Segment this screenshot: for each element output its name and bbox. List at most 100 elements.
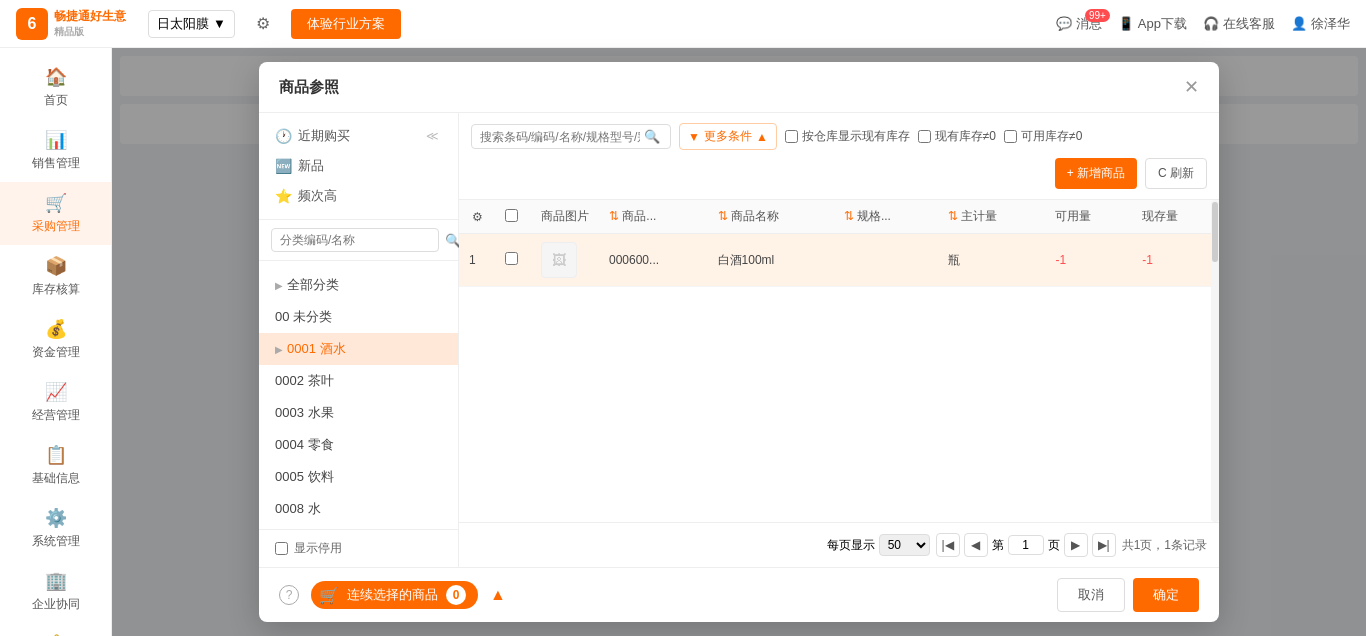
last-page-btn[interactable]: ▶| [1092,533,1116,557]
quick-link-frequent[interactable]: ⭐ 频次高 [259,181,458,211]
th-name[interactable]: ⇅ 商品名称 [708,200,834,234]
sidebar-item-label: 基础信息 [32,470,80,487]
next-page-btn[interactable]: ▶ [1064,533,1088,557]
top-nav: 6 畅捷通好生意 精品版 日太阳膜 ▼ ⚙ 体验行业方案 💬 消息 99+ 📱 … [0,0,1366,48]
expand-arrow-1: ▶ [275,344,283,355]
show-disabled-checkbox[interactable] [275,542,288,555]
check-available-nonzero[interactable]: 可用库存≠0 [1004,128,1082,145]
sidebar-item-enterprise[interactable]: 🏢 企业协同 [0,560,111,623]
quick-link-new[interactable]: 🆕 新品 [259,151,458,181]
help-icon[interactable]: ? [279,585,299,605]
exp-btn[interactable]: 体验行业方案 [291,9,401,39]
td-name: 白酒100ml [708,234,834,287]
stock-nonzero-checkbox[interactable] [918,130,931,143]
sidebar-item-label: 资金管理 [32,344,80,361]
cat-item-0[interactable]: 00 未分类 [259,301,458,333]
sidebar-item-purchase[interactable]: 🛒 采购管理 [0,182,111,245]
product-toolbar: 🔍 ▼ 更多条件 ▲ 按仓库显示现有库存 [459,113,1219,200]
app-download-item[interactable]: 📱 App下载 [1118,15,1187,33]
page-size-dropdown[interactable]: 50 20 100 [879,534,930,556]
sidebar-item-sales[interactable]: 📊 销售管理 [0,119,111,182]
cat-item-2[interactable]: 0002 茶叶 [259,365,458,397]
sort-icon: ⇅ [844,209,854,223]
purchase-icon: 🛒 [45,192,67,214]
nav-dropdown[interactable]: 日太阳膜 ▼ [148,10,235,38]
gear-icon[interactable]: ⚙ [247,8,279,40]
th-spec[interactable]: ⇅ 规格... [834,200,938,234]
select-all-checkbox[interactable] [505,209,518,222]
user-profile-item[interactable]: 👤 徐泽华 [1291,15,1350,33]
th-unit[interactable]: ⇅ 主计量 [938,200,1045,234]
image-icon: 🖼 [552,252,566,268]
sidebar-item-home[interactable]: 🏠 首页 [0,56,111,119]
product-reference-modal: 商品参照 ✕ 🕐 近期购买 ≪ � [259,62,1219,622]
sidebar-item-basic-info[interactable]: 📋 基础信息 [0,434,111,497]
td-spec [834,234,938,287]
table-row[interactable]: 1 🖼 [459,234,1219,287]
settings-icon[interactable]: ⚙ [472,210,483,224]
logo-area: 6 畅捷通好生意 精品版 [16,8,136,40]
th-select-all[interactable] [495,200,531,234]
prev-page-btn[interactable]: ◀ [964,533,988,557]
sidebar-item-guide[interactable]: 🔔 新手引导 [0,623,111,636]
inventory-icon: 📦 [45,255,67,277]
page-label: 第 [992,537,1004,554]
sort-icon: ⇅ [609,209,619,223]
nav-right: 💬 消息 99+ 📱 App下载 🎧 在线客服 👤 徐泽华 [1056,15,1350,33]
cat-item-1[interactable]: ▶ 0001 酒水 [259,333,458,365]
finance-icon: 💰 [45,318,67,340]
sidebar-item-operations[interactable]: 📈 经营管理 [0,371,111,434]
confirm-button[interactable]: 确定 [1133,578,1199,612]
message-icon: 💬 [1056,16,1072,31]
category-panel: 🕐 近期购买 ≪ 🆕 新品 ⭐ 频次高 [259,113,459,567]
row-checkbox[interactable] [505,252,518,265]
home-icon: 🏠 [45,66,67,88]
first-page-btn[interactable]: |◀ [936,533,960,557]
cat-item-3[interactable]: 0003 水果 [259,397,458,429]
sidebar-item-label: 销售管理 [32,155,80,172]
warehouse-checkbox[interactable] [785,130,798,143]
modal-close-button[interactable]: ✕ [1184,76,1199,98]
filter-button[interactable]: ▼ 更多条件 ▲ [679,123,777,150]
collapse-button[interactable]: ▲ [490,586,506,604]
search-icon[interactable]: 🔍 [644,129,660,144]
refresh-button[interactable]: C 刷新 [1145,158,1207,189]
sidebar-item-system[interactable]: ⚙️ 系统管理 [0,497,111,560]
cat-item-6[interactable]: 0008 水 [259,493,458,525]
th-code[interactable]: ⇅ 商品... [599,200,708,234]
frequent-icon: ⭐ [275,188,292,204]
cancel-button[interactable]: 取消 [1057,578,1125,612]
check-warehouse[interactable]: 按仓库显示现有库存 [785,128,910,145]
cat-item-all[interactable]: ▶ 全部分类 [259,269,458,301]
messages-nav-item[interactable]: 💬 消息 99+ [1056,15,1102,33]
sidebar: 🏠 首页 📊 销售管理 🛒 采购管理 📦 库存核算 💰 资金管理 📈 经营管理 … [0,48,112,636]
product-image: 🖼 [541,242,577,278]
chevron-down-icon: ▼ [213,16,226,31]
cart-area: 🛒 连续选择的商品 0 [311,581,478,609]
sidebar-item-label: 经营管理 [32,407,80,424]
logo-text: 畅捷通好生意 精品版 [54,9,126,38]
enterprise-icon: 🏢 [45,570,67,592]
page-input[interactable] [1008,535,1044,555]
sidebar-item-inventory[interactable]: 📦 库存核算 [0,245,111,308]
category-search-input[interactable] [271,228,439,252]
product-search-box[interactable]: 🔍 [471,124,671,149]
online-service-item[interactable]: 🎧 在线客服 [1203,15,1275,33]
quick-link-recent[interactable]: 🕐 近期购买 ≪ [259,121,458,151]
available-nonzero-checkbox[interactable] [1004,130,1017,143]
sort-icon: ⇅ [718,209,728,223]
table-scrollbar[interactable] [1211,200,1219,522]
td-checkbox[interactable] [495,234,531,287]
add-product-button[interactable]: + 新增商品 [1055,158,1137,189]
sidebar-item-finance[interactable]: 💰 资金管理 [0,308,111,371]
product-search-input[interactable] [480,130,640,144]
th-stock[interactable]: 现存量 [1132,200,1219,234]
recent-icon: 🕐 [275,128,292,144]
check-stock-nonzero[interactable]: 现有库存≠0 [918,128,996,145]
product-pagination: 每页显示 50 20 100 |◀ ◀ 第 [459,522,1219,567]
th-available[interactable]: 可用量 [1045,200,1132,234]
cat-item-5[interactable]: 0005 饮料 [259,461,458,493]
sidebar-item-label: 库存核算 [32,281,80,298]
cat-item-4[interactable]: 0004 零食 [259,429,458,461]
collapse-btn[interactable]: ≪ [422,129,442,143]
